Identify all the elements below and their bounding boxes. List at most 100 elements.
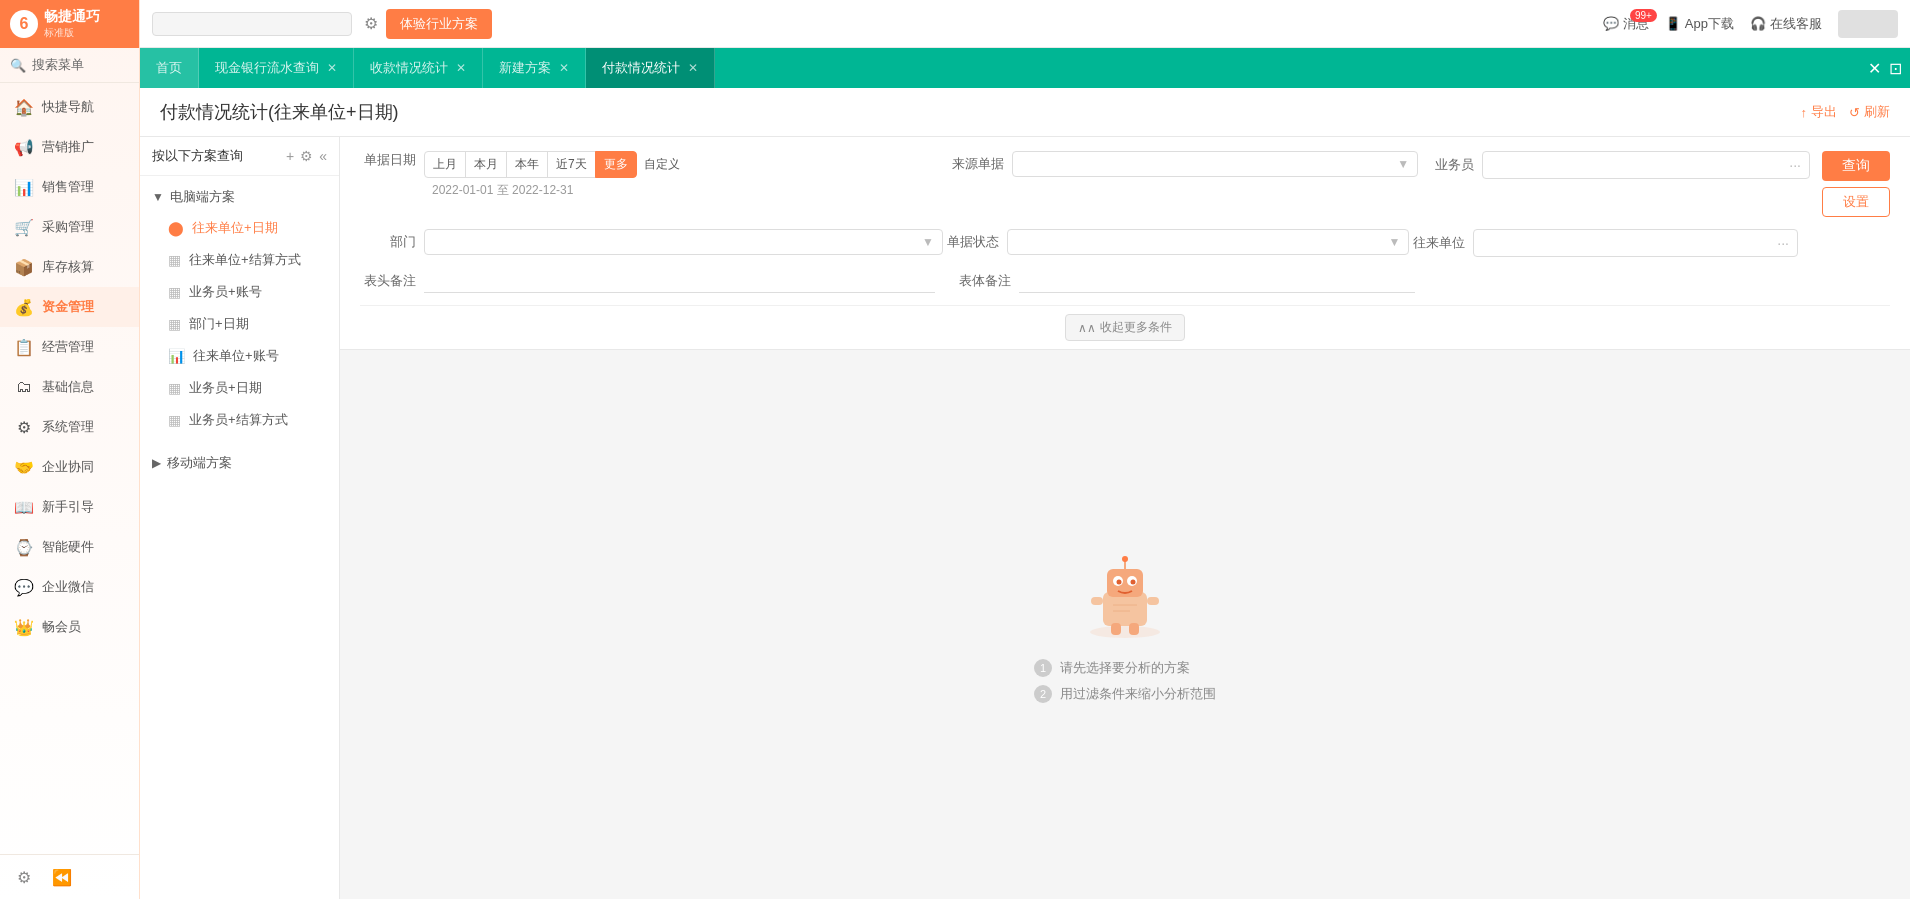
scheme-item-staff-account[interactable]: ▦ 业务员+账号 [140,276,339,308]
sidebar-item-funds[interactable]: 💰 资金管理 [0,287,139,327]
sidebar-item-label: 企业微信 [42,578,94,596]
scheme-item-partner-date[interactable]: ⬤ 往来单位+日期 [140,212,339,244]
sidebar-item-label: 智能硬件 [42,538,94,556]
scheme-group-mobile-header[interactable]: ▶ 移动端方案 [140,448,339,478]
scheme-item-table-icon: ▦ [168,252,181,268]
app-edition: 标准版 [44,26,100,40]
sidebar-item-sales[interactable]: 📊 销售管理 [0,167,139,207]
tab-maximize-btn[interactable]: ⊡ [1889,59,1902,78]
tab-payment-close[interactable]: ✕ [688,61,698,75]
date-btn-7days[interactable]: 近7天 [547,151,596,178]
tab-home[interactable]: 首页 [140,48,199,88]
sidebar-item-wechat[interactable]: 💬 企业微信 [0,567,139,607]
doc-status-select[interactable]: ▼ [1007,229,1409,255]
sidebar-item-label: 经营管理 [42,338,94,356]
scheme-item-table-icon3: ▦ [168,316,181,332]
scheme-item-staff-date[interactable]: ▦ 业务员+日期 [140,372,339,404]
doc-status-arrow: ▼ [1388,235,1400,249]
sidebar-item-enterprise[interactable]: 🤝 企业协同 [0,447,139,487]
url-bar[interactable] [152,12,352,36]
hardware-icon: ⌚ [14,537,34,557]
header-remark-input[interactable] [424,269,935,293]
tab-new-close[interactable]: ✕ [559,61,569,75]
scheme-item-table-icon5: ▦ [168,412,181,428]
settings-btn[interactable]: 设置 [1822,187,1890,217]
main: ⚙ 体验行业方案 💬 消息 99+ 📱 App下载 🎧 在线客服 首页 [140,0,1910,899]
scheme-item-partner-account[interactable]: 📊 往来单位+账号 [140,340,339,372]
scheme-collapse-btn[interactable]: « [319,148,327,164]
sidebar-item-member[interactable]: 👑 畅会员 [0,607,139,647]
sidebar-item-shortcut[interactable]: 🏠 快捷导航 [0,87,139,127]
sidebar-item-marketing[interactable]: 📢 营销推广 [0,127,139,167]
empty-illustration [1075,547,1175,647]
app-download-btn[interactable]: 📱 App下载 [1665,15,1734,33]
sidebar-nav: 🏠 快捷导航 📢 营销推广 📊 销售管理 🛒 采购管理 📦 库存核算 💰 资金管… [0,83,139,854]
dept-label: 部门 [360,233,416,251]
scheme-item-circle-icon: ⬤ [168,220,184,236]
sidebar-item-hardware[interactable]: ⌚ 智能硬件 [0,527,139,567]
dept-select[interactable]: ▼ [424,229,943,255]
sidebar-item-label: 采购管理 [42,218,94,236]
scheme-add-btn[interactable]: + [286,148,294,164]
empty-tip-2: 2 用过滤条件来缩小分析范围 [1034,685,1216,703]
sidebar-item-basic[interactable]: 🗂 基础信息 [0,367,139,407]
online-service-btn[interactable]: 🎧 在线客服 [1750,15,1822,33]
partner-select[interactable]: ··· [1473,229,1798,257]
source-select[interactable]: ▼ [1012,151,1418,177]
svg-rect-11 [1111,623,1121,635]
tab-cashflow-close[interactable]: ✕ [327,61,337,75]
header-right: 💬 消息 99+ 📱 App下载 🎧 在线客服 [1603,10,1898,38]
sidebar-item-label: 快捷导航 [42,98,94,116]
scheme-item-chart-icon: 📊 [168,348,185,364]
search-menu[interactable]: 🔍 搜索菜单 [0,48,139,83]
refresh-btn[interactable]: ↺ 刷新 [1849,103,1890,121]
date-btn-custom[interactable]: 自定义 [636,152,688,177]
scheme-item-partner-settlement[interactable]: ▦ 往来单位+结算方式 [140,244,339,276]
tab-controls: ✕ ⊡ [1860,48,1910,88]
header-settings-icon[interactable]: ⚙ [364,14,378,33]
sidebar-item-system[interactable]: ⚙ 系统管理 [0,407,139,447]
sidebar-item-label: 销售管理 [42,178,94,196]
tab-receipt-close[interactable]: ✕ [456,61,466,75]
body-remark-input[interactable] [1019,269,1415,293]
export-icon: ↑ [1801,105,1808,120]
tab-receipt[interactable]: 收款情况统计 ✕ [354,48,483,88]
user-avatar[interactable] [1838,10,1898,38]
partner-select-dots[interactable]: ··· [1777,235,1789,251]
page-header: 付款情况统计(往来单位+日期) ↑ 导出 ↺ 刷新 [140,88,1910,137]
trial-btn[interactable]: 体验行业方案 [386,9,492,39]
staff-select-dots[interactable]: ··· [1789,157,1801,173]
message-badge: 99+ [1630,9,1657,22]
staff-select[interactable]: ··· [1482,151,1810,179]
sidebar-item-purchase[interactable]: 🛒 采购管理 [0,207,139,247]
export-btn[interactable]: ↑ 导出 [1801,103,1838,121]
wechat-icon: 💬 [14,577,34,597]
sidebar-item-inventory[interactable]: 📦 库存核算 [0,247,139,287]
sidebar-settings-btn[interactable]: ⚙ [10,863,38,891]
sidebar-item-guide[interactable]: 📖 新手引导 [0,487,139,527]
date-btn-more[interactable]: 更多 [595,151,637,178]
message-btn[interactable]: 💬 消息 99+ [1603,15,1649,33]
scheme-settings-btn[interactable]: ⚙ [300,148,313,164]
query-btn[interactable]: 查询 [1822,151,1890,181]
sidebar-item-label: 畅会员 [42,618,81,636]
scheme-group-desktop-header[interactable]: ▼ 电脑端方案 [140,182,339,212]
filter-actions: 查询 设置 [1810,151,1890,217]
tab-payment[interactable]: 付款情况统计 ✕ [586,48,715,88]
tab-cashflow[interactable]: 现金银行流水查询 ✕ [199,48,354,88]
scheme-item-staff-settlement[interactable]: ▦ 业务员+结算方式 [140,404,339,436]
date-btn-this-year[interactable]: 本年 [506,151,548,178]
scheme-item-dept-date[interactable]: ▦ 部门+日期 [140,308,339,340]
tab-new[interactable]: 新建方案 ✕ [483,48,586,88]
sidebar-collapse-btn[interactable]: ⏪ [48,863,76,891]
date-btn-this-month[interactable]: 本月 [465,151,507,178]
tab-close-all-btn[interactable]: ✕ [1868,59,1881,78]
sidebar-item-operations[interactable]: 📋 经营管理 [0,327,139,367]
date-btn-group: 上月 本月 本年 近7天 更多 自定义 [424,151,688,178]
sidebar-item-label: 营销推广 [42,138,94,156]
sales-icon: 📊 [14,177,34,197]
collapse-btn[interactable]: ∧∧ 收起更多条件 [1065,314,1185,341]
date-btn-last-month[interactable]: 上月 [424,151,466,178]
chevron-right-icon: ▶ [152,456,161,470]
scheme-group-mobile: ▶ 移动端方案 [140,442,339,484]
